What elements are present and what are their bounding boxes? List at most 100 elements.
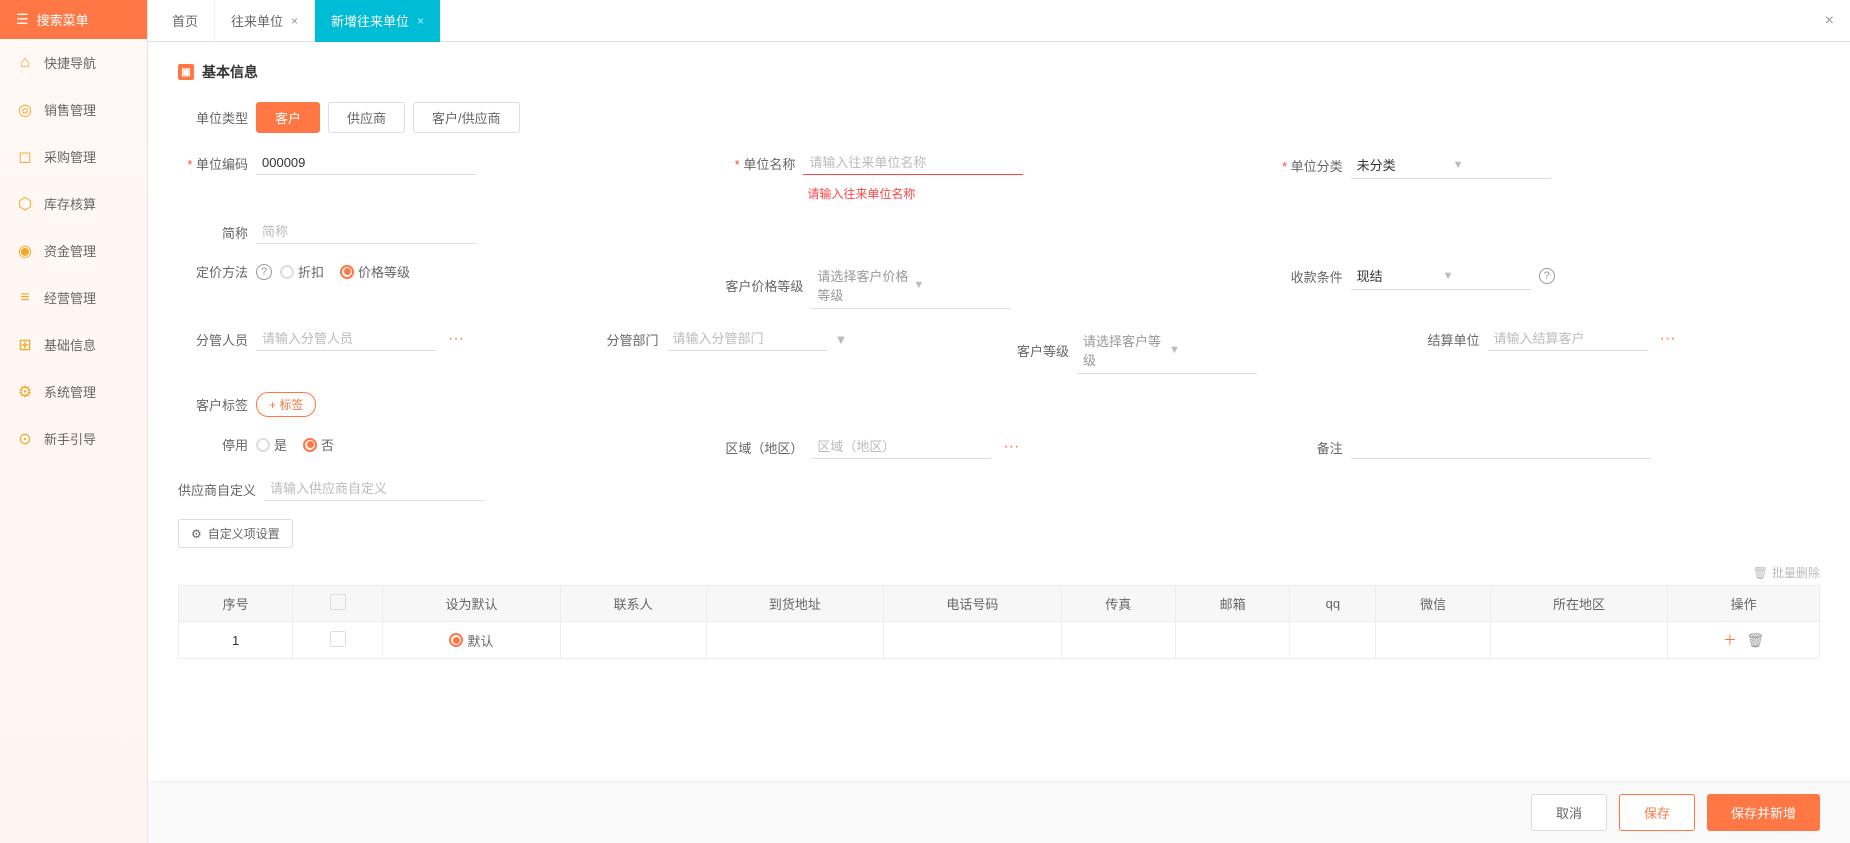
- row-checkbox-input[interactable]: [330, 631, 346, 647]
- finance-icon: ◉: [16, 242, 34, 260]
- unit-code-label: 单位编码: [178, 154, 248, 173]
- tab-partners-close[interactable]: ×: [291, 14, 298, 28]
- table-header-row: 🗑 批量删除: [178, 564, 1820, 581]
- sidebar-item-finance[interactable]: ◉ 资金管理: [0, 227, 147, 274]
- unit-type-label: 单位类型: [178, 108, 248, 127]
- add-row-icon[interactable]: ＋: [1723, 632, 1737, 648]
- pricing-radio-level[interactable]: 价格等级: [340, 262, 410, 281]
- supplier-custom-input[interactable]: [264, 477, 484, 501]
- customer-tag-label: 客户标签: [178, 395, 248, 414]
- settlement-unit-input[interactable]: [1488, 327, 1648, 351]
- sidebar-item-inventory[interactable]: ⬡ 库存核算: [0, 180, 147, 227]
- unit-name-input[interactable]: [803, 151, 1023, 175]
- tab-partners[interactable]: 往来单位 ×: [215, 0, 315, 42]
- payment-help-icon[interactable]: ?: [1539, 268, 1555, 284]
- type-btn-both[interactable]: 客户/供应商: [413, 102, 520, 133]
- payment-terms-value: 现结: [1357, 266, 1439, 285]
- sidebar-item-label: 新手引导: [44, 429, 96, 448]
- supplier-custom-label: 供应商自定义: [178, 480, 256, 499]
- unit-code-input[interactable]: [256, 151, 476, 175]
- pricing-method-label: 定价方法: [178, 262, 248, 281]
- short-name-input[interactable]: [256, 220, 476, 244]
- col-qq: qq: [1290, 586, 1376, 622]
- search-menu-label: 搜索菜单: [37, 10, 89, 29]
- radio-circle-yes: [256, 438, 270, 452]
- sidebar-item-sales[interactable]: ◎ 销售管理: [0, 86, 147, 133]
- manager-more-icon[interactable]: ···: [444, 330, 468, 348]
- col-phone: 电话号码: [884, 586, 1062, 622]
- row-default: 默认: [383, 622, 561, 659]
- sidebar-item-label: 采购管理: [44, 147, 96, 166]
- sidebar-item-label: 资金管理: [44, 241, 96, 260]
- tab-new-partner[interactable]: 新增往来单位 ×: [315, 0, 441, 42]
- section-basic-info: ▣ 基本信息: [178, 62, 1820, 82]
- purchase-icon: ◻: [16, 148, 34, 166]
- unit-name-label: 单位名称: [725, 154, 795, 173]
- search-menu[interactable]: ☰ 搜索菜单: [0, 0, 147, 39]
- unit-category-label: 单位分类: [1273, 156, 1343, 175]
- sales-icon: ◎: [16, 101, 34, 119]
- customer-price-level-label: 客户价格等级: [725, 276, 803, 295]
- type-btn-customer[interactable]: 客户: [256, 102, 320, 133]
- search-icon: ☰: [16, 11, 29, 28]
- region-input[interactable]: [811, 435, 991, 459]
- unit-type-row: 单位类型 客户 供应商 客户/供应商: [178, 102, 1820, 133]
- unit-category-select[interactable]: 未分类 ▼: [1351, 151, 1551, 179]
- pricing-help-icon[interactable]: ?: [256, 264, 272, 280]
- delete-row-icon[interactable]: 🗑: [1747, 632, 1765, 648]
- remark-input[interactable]: [1351, 435, 1651, 459]
- short-name-row: 简称: [178, 220, 1820, 244]
- disabled-row: 停用 是 否 区域（地区） ··· 备注: [178, 435, 1820, 459]
- save-new-button[interactable]: 保存并新增: [1707, 794, 1820, 831]
- row-default-radio[interactable]: 默认: [393, 631, 550, 650]
- sidebar-item-basic[interactable]: ⊞ 基础信息: [0, 321, 147, 368]
- payment-terms-label: 收款条件: [1273, 267, 1343, 286]
- batch-delete-label: 批量删除: [1772, 564, 1820, 581]
- sidebar-item-operation[interactable]: ≡ 经营管理: [0, 274, 147, 321]
- settlement-more-icon[interactable]: ···: [1656, 330, 1680, 348]
- disabled-radio-yes[interactable]: 是: [256, 435, 287, 454]
- save-button[interactable]: 保存: [1619, 794, 1695, 831]
- chevron-down-icon4: ▼: [835, 332, 848, 347]
- select-all-checkbox[interactable]: [330, 594, 346, 610]
- unit-name-error: 请输入往来单位名称: [807, 185, 915, 202]
- manager-input[interactable]: [256, 327, 436, 351]
- customer-level-select[interactable]: 请选择客户等级 ▼: [1077, 327, 1257, 374]
- department-input[interactable]: [667, 327, 827, 351]
- payment-terms-select[interactable]: 现结 ▼: [1351, 262, 1531, 290]
- unit-type-buttons: 客户 供应商 客户/供应商: [256, 102, 520, 133]
- cancel-button[interactable]: 取消: [1531, 794, 1607, 831]
- table-row: 1 默认: [179, 622, 1820, 659]
- region-label: 区域（地区）: [725, 438, 803, 457]
- sidebar-item-quick-nav[interactable]: ⌂ 快捷导航: [0, 39, 147, 86]
- pricing-radio-discount[interactable]: 折扣: [280, 262, 324, 281]
- region-more-icon[interactable]: ···: [999, 438, 1023, 456]
- sidebar-item-label: 销售管理: [44, 100, 96, 119]
- batch-delete-button[interactable]: 🗑 批量删除: [1753, 564, 1820, 581]
- tab-bar: 首页 往来单位 × 新增往来单位 × ×: [148, 0, 1850, 42]
- chevron-down-icon2: ▼: [913, 279, 1005, 291]
- customer-price-level-select[interactable]: 请选择客户价格等级 ▼: [811, 262, 1011, 309]
- close-all-tabs[interactable]: ×: [1817, 8, 1842, 34]
- customer-tag-field: 客户标签 + 标签: [178, 392, 1820, 417]
- disabled-radio-group: 是 否: [256, 435, 334, 454]
- supplier-custom-row: 供应商自定义: [178, 477, 1820, 501]
- pricing-radio-level-label: 价格等级: [358, 262, 410, 281]
- tab-new-partner-close[interactable]: ×: [417, 14, 424, 28]
- sidebar-item-system[interactable]: ⚙ 系统管理: [0, 368, 147, 415]
- custom-settings-button[interactable]: ⚙ 自定义项设置: [178, 519, 293, 548]
- inventory-icon: ⬡: [16, 195, 34, 213]
- tab-home[interactable]: 首页: [156, 0, 215, 42]
- type-btn-supplier[interactable]: 供应商: [328, 102, 405, 133]
- unit-code-field: 单位编码: [178, 151, 725, 175]
- short-name-label: 简称: [178, 223, 248, 242]
- sidebar-item-newbie[interactable]: ⊙ 新手引导: [0, 415, 147, 462]
- manager-row: 分管人员 ··· 分管部门 ▼ 客户等级 请选择客户等级 ▼ 结算单位 ···: [178, 327, 1820, 374]
- disabled-radio-no[interactable]: 否: [303, 435, 334, 454]
- col-address: 到货地址: [706, 586, 884, 622]
- row-qq: [1290, 622, 1376, 659]
- customer-level-field: 客户等级 请选择客户等级 ▼: [999, 327, 1410, 374]
- sidebar: ☰ 搜索菜单 ⌂ 快捷导航 ◎ 销售管理 ◻ 采购管理 ⬡ 库存核算 ◉ 资金管…: [0, 0, 148, 843]
- add-tag-button[interactable]: + 标签: [256, 392, 316, 417]
- sidebar-item-purchase[interactable]: ◻ 采购管理: [0, 133, 147, 180]
